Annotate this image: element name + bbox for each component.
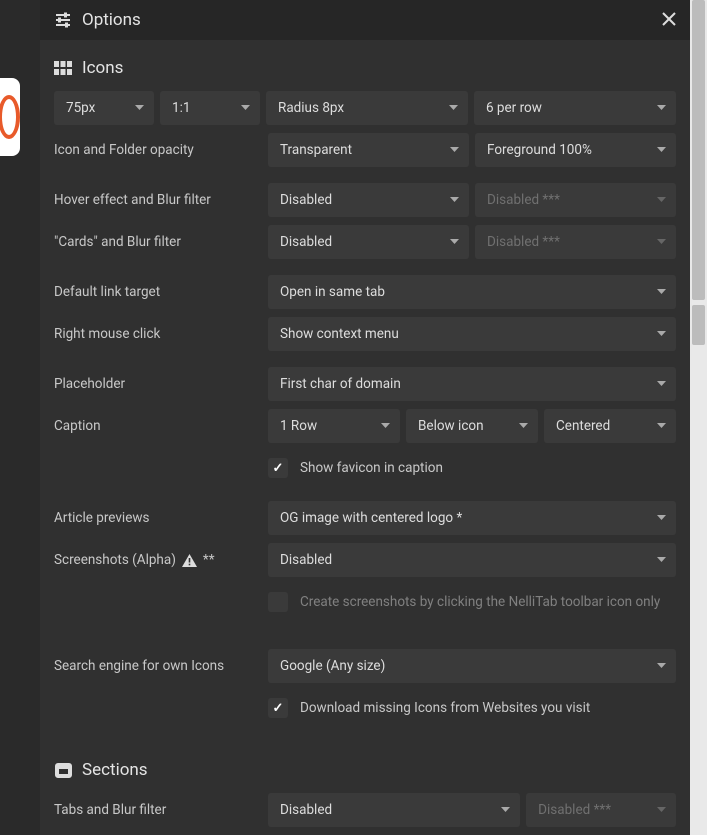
scrollbar-thumb[interactable]: [692, 305, 705, 345]
opacity-foreground-select[interactable]: Foreground 100%: [475, 133, 676, 167]
chevron-down-icon: [657, 807, 666, 813]
chevron-down-icon: [241, 105, 250, 111]
screenshots-label: Screenshots (Alpha) **: [54, 552, 268, 568]
panel-header: Options: [40, 0, 690, 40]
close-button[interactable]: [662, 11, 676, 30]
chevron-down-icon: [501, 807, 510, 813]
screenshots-select[interactable]: Disabled: [268, 543, 676, 577]
cards-blur-select[interactable]: Disabled ***: [475, 225, 676, 259]
right-click-select[interactable]: Show context menu: [268, 317, 676, 351]
chevron-down-icon: [135, 105, 144, 111]
chevron-down-icon: [657, 197, 666, 203]
panel-title: Options: [82, 10, 141, 30]
cards-label: "Cards" and Blur filter: [54, 234, 268, 250]
placeholder-select[interactable]: First char of domain: [268, 367, 676, 401]
chevron-down-icon: [519, 423, 528, 429]
caption-align-select[interactable]: Centered: [544, 409, 676, 443]
default-target-label: Default link target: [54, 284, 268, 300]
icon-radius-select[interactable]: Radius 8px: [266, 91, 468, 125]
app-logo: [0, 78, 20, 156]
search-engine-select[interactable]: Google (Any size): [268, 649, 676, 683]
icons-per-row-select[interactable]: 6 per row: [474, 91, 676, 125]
caption-label: Caption: [54, 418, 268, 434]
chevron-down-icon: [657, 557, 666, 563]
section-header-sections: Sections: [40, 750, 690, 792]
chevron-down-icon: [657, 239, 666, 245]
show-favicon-checkbox[interactable]: [268, 458, 288, 478]
chevron-down-icon: [381, 423, 390, 429]
right-click-label: Right mouse click: [54, 326, 268, 342]
icon-ratio-select[interactable]: 1:1: [160, 91, 260, 125]
chevron-down-icon: [657, 423, 666, 429]
page-scrollbar[interactable]: [690, 0, 707, 835]
hover-label: Hover effect and Blur filter: [54, 192, 268, 208]
cards-select[interactable]: Disabled: [268, 225, 469, 259]
chevron-down-icon: [449, 105, 458, 111]
chevron-down-icon: [657, 105, 666, 111]
section-header-icons: Icons: [40, 40, 690, 90]
chevron-down-icon: [657, 515, 666, 521]
placeholder-label: Placeholder: [54, 376, 268, 392]
warning-icon: [182, 554, 197, 567]
caption-rows-select[interactable]: 1 Row: [268, 409, 400, 443]
search-engine-label: Search engine for own Icons: [54, 658, 268, 674]
chevron-down-icon: [450, 147, 459, 153]
tabs-blur-select[interactable]: Disabled ***: [526, 793, 676, 827]
section-title: Sections: [82, 760, 148, 780]
tabs-select[interactable]: Disabled: [268, 793, 520, 827]
hover-blur-select[interactable]: Disabled ***: [475, 183, 676, 217]
scrollbar-thumb[interactable]: [692, 0, 705, 300]
tabs-blur-label: Tabs and Blur filter: [54, 802, 268, 818]
chevron-down-icon: [657, 663, 666, 669]
screenshots-toolbar-label: Create screenshots by clicking the Nelli…: [300, 594, 660, 610]
article-previews-label: Article previews: [54, 510, 268, 526]
download-missing-checkbox[interactable]: [268, 698, 288, 718]
options-panel: Options Icons 75px 1:1 Radius: [40, 0, 690, 835]
chevron-down-icon: [450, 197, 459, 203]
chevron-down-icon: [657, 289, 666, 295]
sliders-icon: [54, 11, 72, 29]
download-missing-label: Download missing Icons from Websites you…: [300, 700, 590, 716]
chevron-down-icon: [450, 239, 459, 245]
caption-position-select[interactable]: Below icon: [406, 409, 538, 443]
chevron-down-icon: [657, 331, 666, 337]
icon-size-select[interactable]: 75px: [54, 91, 154, 125]
opacity-label: Icon and Folder opacity: [54, 142, 268, 158]
article-previews-select[interactable]: OG image with centered logo *: [268, 501, 676, 535]
screenshots-toolbar-checkbox[interactable]: [268, 592, 288, 612]
chevron-down-icon: [657, 147, 666, 153]
show-favicon-label: Show favicon in caption: [300, 460, 443, 476]
window-icon: [54, 761, 72, 779]
opacity-transparent-select[interactable]: Transparent: [268, 133, 469, 167]
chevron-down-icon: [657, 381, 666, 387]
grid-icon: [54, 59, 72, 77]
hover-effect-select[interactable]: Disabled: [268, 183, 469, 217]
default-target-select[interactable]: Open in same tab: [268, 275, 676, 309]
section-title: Icons: [82, 58, 123, 78]
